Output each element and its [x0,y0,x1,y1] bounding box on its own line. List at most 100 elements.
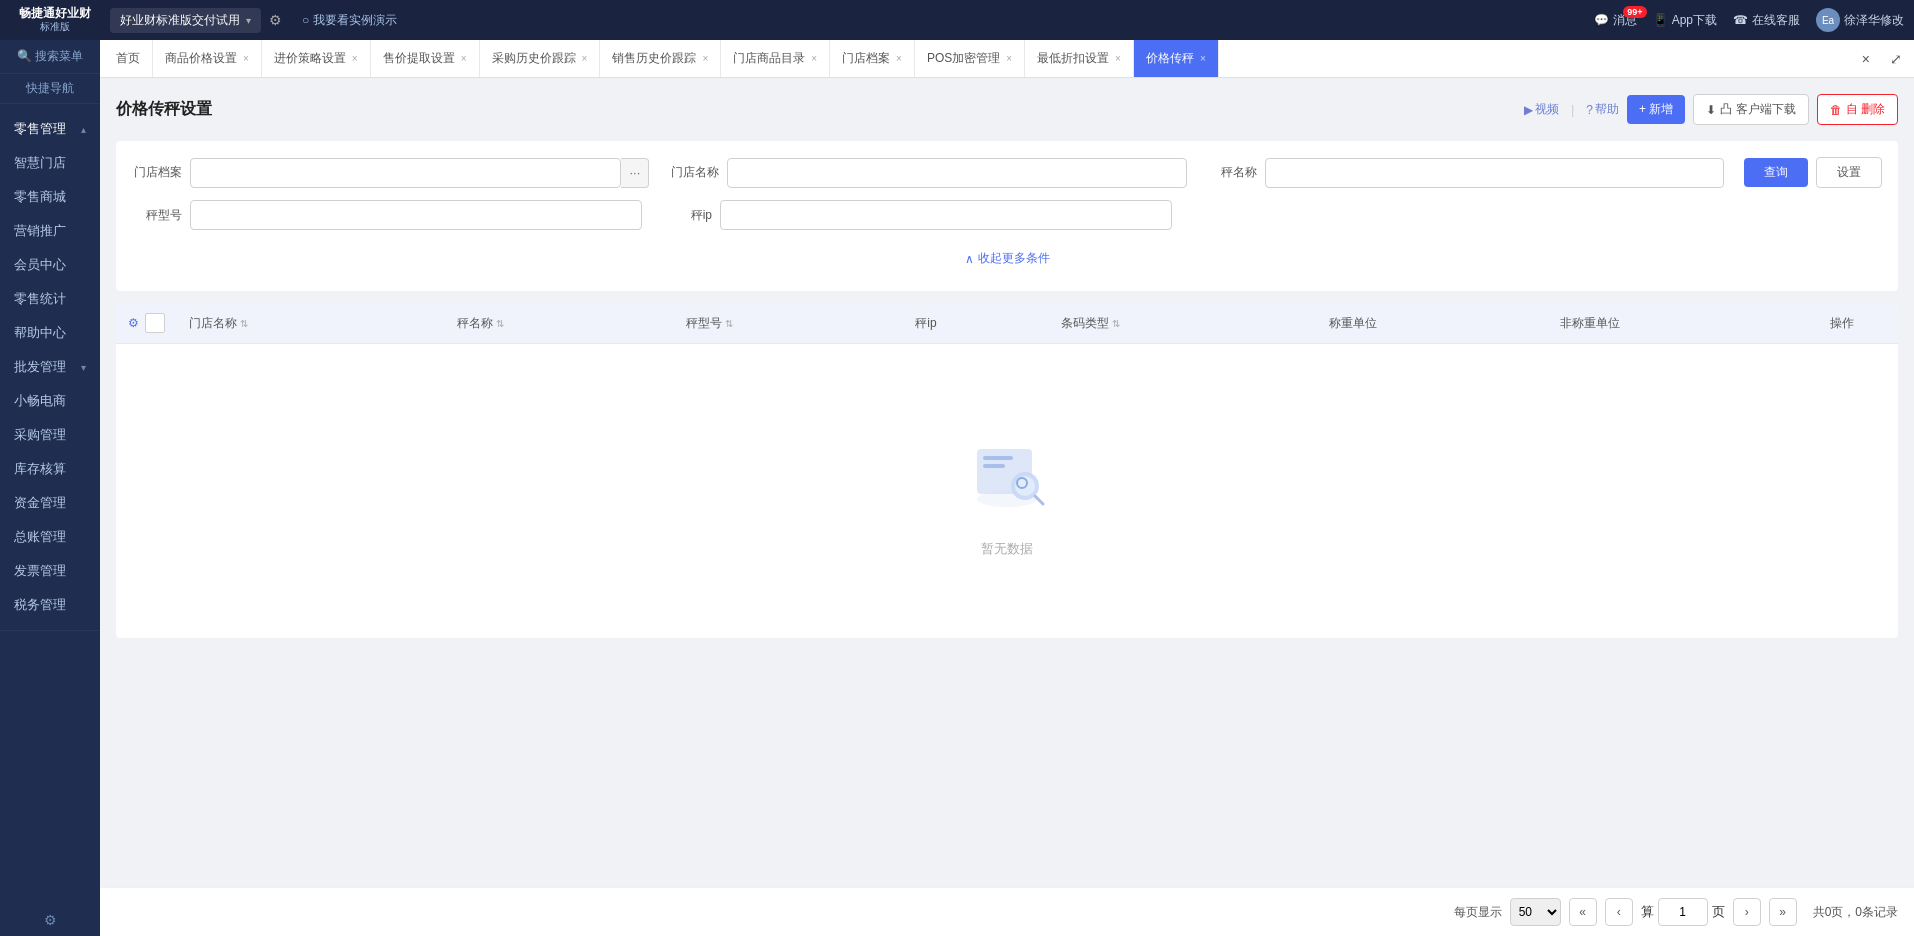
collapse-button[interactable]: ∧ 收起更多条件 [965,246,1050,271]
sort-icon-barcode[interactable]: ⇅ [1112,318,1120,329]
help-link[interactable]: ? 帮助 [1586,101,1619,118]
version-settings-button[interactable]: ⚙ [269,12,282,28]
messages-button[interactable]: 💬 消息 99+ [1594,12,1637,29]
sort-icon-scale-name[interactable]: ⇅ [496,318,504,329]
per-page-select[interactable]: 50 20 100 [1510,898,1561,926]
sidebar-item-marketing[interactable]: 营销推广 [0,214,100,248]
store-profile-ellipsis-btn[interactable]: ··· [621,158,649,188]
sidebar-item-retail-mall[interactable]: 零售商城 [0,180,100,214]
th-scale-name: 秤名称 ⇅ [445,303,674,344]
tab-purchase-history[interactable]: 采购历史价跟踪 × [480,40,601,78]
sidebar-item-member-center[interactable]: 会员中心 [0,248,100,282]
settings-button[interactable]: 设置 [1816,157,1882,188]
query-button[interactable]: 查询 [1744,158,1808,187]
tab-purchase-history-close[interactable]: × [582,53,588,64]
tab-sales-history[interactable]: 销售历史价跟踪 × [600,40,721,78]
scale-model-label: 秤型号 [132,207,182,224]
tab-store-profile[interactable]: 门店档案 × [830,40,915,78]
tab-purchase-history-label: 采购历史价跟踪 [492,50,576,67]
th-scale-model-label: 秤型号 [686,316,722,330]
sort-icon-store-name[interactable]: ⇅ [240,318,248,329]
sidebar-quick-nav[interactable]: 快捷导航 [0,74,100,104]
tab-pos-mgmt[interactable]: POS加密管理 × [915,40,1025,78]
store-name-input[interactable] [727,158,1186,188]
video-link[interactable]: ▶ 视频 [1524,101,1559,118]
arrow-up-icon: ▴ [81,124,86,135]
tab-sale-price[interactable]: 售价提取设置 × [371,40,480,78]
sidebar-item-xiaochu-ecom[interactable]: 小畅电商 [0,384,100,418]
tab-maximize-button[interactable]: ⤢ [1882,47,1910,71]
tab-price-transfer[interactable]: 价格传秤 × [1134,40,1219,78]
tab-pos-mgmt-close[interactable]: × [1006,53,1012,64]
page-prev-button[interactable]: ‹ [1605,898,1633,926]
page-number-input[interactable] [1658,898,1708,926]
tab-min-discount-close[interactable]: × [1115,53,1121,64]
app-download-button[interactable]: 📱 App下载 [1653,12,1717,29]
sidebar-item-retail-stats[interactable]: 零售统计 [0,282,100,316]
search-form: 门店档案 ··· 门店名称 秤名称 [116,141,1898,291]
tab-sale-price-close[interactable]: × [461,53,467,64]
user-name: 徐泽华修改 [1844,12,1904,29]
scale-ip-input[interactable] [720,200,1172,230]
store-profile-input[interactable] [190,158,621,188]
sort-icon-scale-model[interactable]: ⇅ [725,318,733,329]
delete-label: 自 删除 [1846,101,1885,118]
sidebar-item-tax-mgmt[interactable]: 税务管理 [0,588,100,622]
tab-purchase-strategy-label: 进价策略设置 [274,50,346,67]
sidebar-section: 零售管理 ▴ 智慧门店 零售商城 营销推广 会员中心 零售统计 [0,104,100,631]
table-container: ⚙ 门店名称 ⇅ 秤名称 ⇅ [116,303,1898,638]
tab-price-settings-close[interactable]: × [243,53,249,64]
form-item-scale-ip: 秤ip [662,200,1172,230]
tab-purchase-strategy-close[interactable]: × [352,53,358,64]
sidebar-item-inventory[interactable]: 库存核算 [0,452,100,486]
tab-min-discount[interactable]: 最低折扣设置 × [1025,40,1134,78]
online-service-button[interactable]: ☎ 在线客服 [1733,12,1800,29]
sidebar-search[interactable]: 🔍 搜索菜单 [0,40,100,74]
quick-nav-label: 快捷导航 [26,81,74,95]
scale-name-input[interactable] [1265,158,1724,188]
header-checkbox[interactable] [145,313,165,333]
sidebar-item-general-ledger[interactable]: 总账管理 [0,520,100,554]
service-icon: ☎ [1733,13,1748,27]
delete-button[interactable]: 🗑 自 删除 [1817,94,1898,125]
page-content: 价格传秤设置 ▶ 视频 | ? 帮助 + 新增 [100,78,1914,887]
user-info[interactable]: Ea 徐泽华修改 [1816,8,1904,32]
add-button[interactable]: + 新增 [1627,95,1685,124]
content-area: 首页 商品价格设置 × 进价策略设置 × 售价提取设置 × 采购历史价跟踪 × [100,40,1914,936]
sidebar-item-smart-store[interactable]: 智慧门店 [0,146,100,180]
app-logo: 畅捷通好业财 标准版 [10,6,100,34]
page-text-label: 算 [1641,903,1654,921]
th-store-name: 门店名称 ⇅ [177,303,445,344]
tab-store-catalog[interactable]: 门店商品目录 × [721,40,830,78]
scale-model-input[interactable] [190,200,642,230]
tab-price-settings[interactable]: 商品价格设置 × [153,40,262,78]
tab-store-catalog-close[interactable]: × [811,53,817,64]
page-first-button[interactable]: « [1569,898,1597,926]
version-selector[interactable]: 好业财标准版交付试用 ▾ [110,8,261,33]
tab-store-profile-close[interactable]: × [896,53,902,64]
download-button[interactable]: ⬇ 凸 客户端下载 [1693,94,1808,125]
sidebar-item-finance-mgmt[interactable]: 资金管理 [0,486,100,520]
tab-price-transfer-close[interactable]: × [1200,53,1206,64]
help-icon: ? [1586,103,1593,117]
table-settings-icon[interactable]: ⚙ [128,316,139,330]
sidebar-label-general-ledger: 总账管理 [14,528,66,546]
form-row-2: 秤型号 秤ip [132,200,1882,230]
sidebar-item-invoice-mgmt[interactable]: 发票管理 [0,554,100,588]
tab-sales-history-close[interactable]: × [702,53,708,64]
tab-purchase-strategy[interactable]: 进价策略设置 × [262,40,371,78]
sidebar-item-wholesale-mgmt[interactable]: 批发管理 ▾ [0,350,100,384]
tab-home[interactable]: 首页 [104,40,153,78]
form-item-store-name: 门店名称 [669,158,1186,188]
settings-icon: ⚙ [44,912,57,928]
th-scale-ip: 秤ip [903,303,1049,344]
page-last-button[interactable]: » [1769,898,1797,926]
sidebar-item-retail-mgmt[interactable]: 零售管理 ▴ [0,112,100,146]
sidebar-item-purchase-mgmt[interactable]: 采购管理 [0,418,100,452]
page-unit-label: 页 [1712,903,1725,921]
page-next-button[interactable]: › [1733,898,1761,926]
sidebar-item-help-center[interactable]: 帮助中心 [0,316,100,350]
sidebar-settings-button[interactable]: ⚙ [0,904,100,936]
tab-close-button[interactable]: × [1854,47,1878,71]
demo-link[interactable]: ○ 我要看实例演示 [302,12,397,29]
